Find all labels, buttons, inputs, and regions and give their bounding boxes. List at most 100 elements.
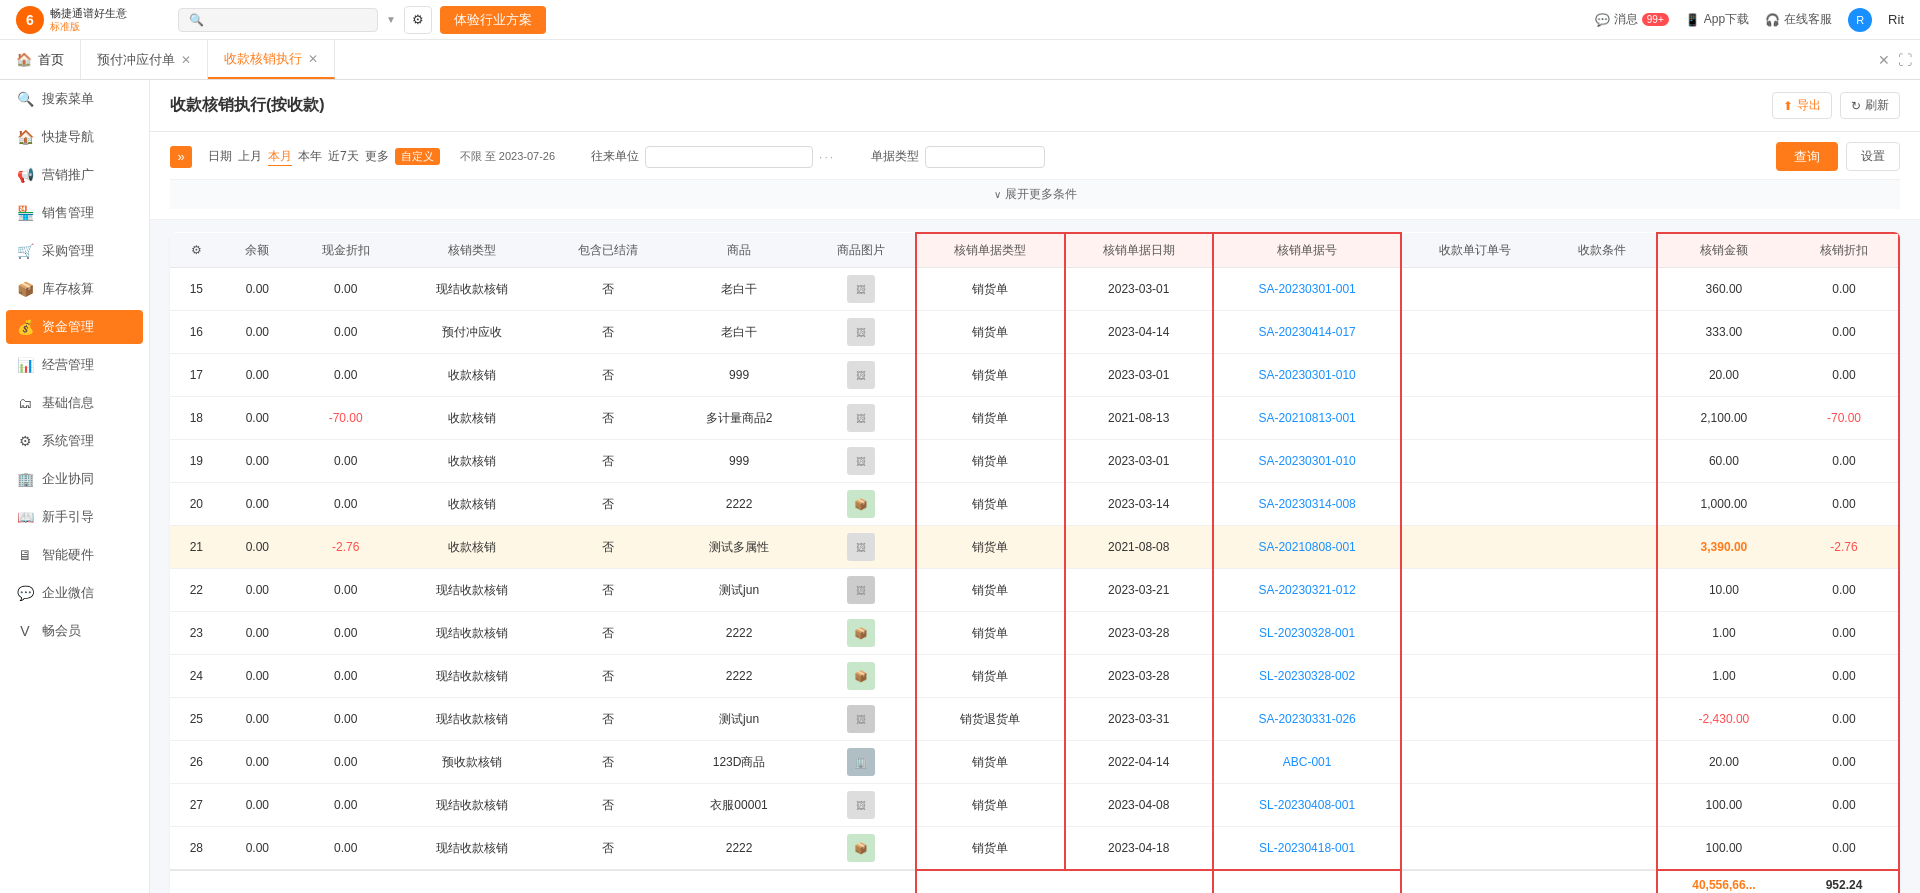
cell-balance: 0.00	[223, 526, 292, 569]
cell-balance: 0.00	[223, 397, 292, 440]
cell-writeoff-bill-no[interactable]: SL-20230328-002	[1213, 655, 1401, 698]
cell-writeoff-discount: -2.76	[1790, 526, 1899, 569]
sidebar-item-inventory[interactable]: 📦 库存核算	[0, 270, 149, 308]
sidebar-item-enterprise[interactable]: 🏢 企业协同	[0, 460, 149, 498]
inventory-icon: 📦	[16, 281, 34, 297]
top-search-box[interactable]: 🔍	[178, 8, 378, 32]
th-writeoff-discount: 核销折扣	[1790, 233, 1899, 268]
tab-receivable[interactable]: 收款核销执行 ✕	[208, 40, 335, 79]
cell-include-settled: 否	[544, 741, 670, 784]
filter-this-year[interactable]: 本年	[298, 148, 322, 165]
sidebar-item-hardware[interactable]: 🖥 智能硬件	[0, 536, 149, 574]
cell-writeoff-amount: 2,100.00	[1657, 397, 1790, 440]
cell-writeoff-bill-no[interactable]: SA-20230301-010	[1213, 440, 1401, 483]
filter-this-month[interactable]: 本月	[268, 148, 292, 166]
tab-prepay-close[interactable]: ✕	[181, 53, 191, 67]
writeoff-bill-no-link[interactable]: SL-20230328-001	[1259, 626, 1355, 640]
user-avatar[interactable]: R	[1848, 8, 1872, 32]
refresh-icon: ↻	[1851, 99, 1861, 113]
trial-btn[interactable]: 体验行业方案	[440, 6, 546, 34]
filter-custom-btn[interactable]: 自定义	[395, 148, 440, 165]
from-unit-dots: ···	[819, 150, 835, 164]
messages-btn[interactable]: 💬 消息 99+	[1595, 11, 1669, 28]
online-service-btn[interactable]: 🎧 在线客服	[1765, 11, 1832, 28]
sidebar-item-sales[interactable]: 🏪 销售管理	[0, 194, 149, 232]
cell-writeoff-bill-no[interactable]: SA-20230301-010	[1213, 354, 1401, 397]
app-name: 畅捷通谱好生意 标准版	[50, 6, 127, 33]
app-download-btn[interactable]: 📱 App下载	[1685, 11, 1749, 28]
writeoff-bill-no-link[interactable]: ABC-001	[1283, 755, 1332, 769]
writeoff-bill-no-link[interactable]: SA-20230301-010	[1258, 368, 1355, 382]
hardware-icon: 🖥	[16, 547, 34, 563]
cell-writeoff-bill-no[interactable]: SA-20230321-012	[1213, 569, 1401, 612]
writeoff-bill-no-link[interactable]: SA-20230301-010	[1258, 454, 1355, 468]
cell-writeoff-amount: 100.00	[1657, 827, 1790, 871]
settings-gear-icon[interactable]: ⚙	[404, 6, 432, 34]
cell-writeoff-bill-no[interactable]: SL-20230408-001	[1213, 784, 1401, 827]
dropdown-icon[interactable]: ▼	[386, 14, 396, 25]
window-maximize-icon[interactable]: ⛶	[1898, 52, 1912, 68]
table-row: 17 0.00 0.00 收款核销 否 999 🖼 销货单 2023-03-01…	[170, 354, 1899, 397]
tab-receivable-close[interactable]: ✕	[308, 52, 318, 66]
writeoff-bill-no-link[interactable]: SL-20230408-001	[1259, 798, 1355, 812]
top-bar: 6 畅捷通谱好生意 标准版 🔍 ▼ ⚙ 体验行业方案 💬 消息 99+ 📱 Ap…	[0, 0, 1920, 40]
cell-balance: 0.00	[223, 784, 292, 827]
cell-receipt-order-no	[1401, 311, 1548, 354]
sidebar-item-wechat[interactable]: 💬 企业微信	[0, 574, 149, 612]
cell-writeoff-bill-no[interactable]: SA-20210808-001	[1213, 526, 1401, 569]
cell-writeoff-bill-no[interactable]: ABC-001	[1213, 741, 1401, 784]
filter-last-month[interactable]: 上月	[238, 148, 262, 165]
sidebar-item-search[interactable]: 🔍 搜索菜单	[0, 80, 149, 118]
filter-settings-btn[interactable]: 设置	[1846, 142, 1900, 171]
sidebar-item-guide[interactable]: 📖 新手引导	[0, 498, 149, 536]
sidebar-item-operations[interactable]: 📊 经营管理	[0, 346, 149, 384]
expand-more-btn[interactable]: ∨ 展开更多条件	[170, 179, 1900, 209]
writeoff-bill-no-link[interactable]: SA-20210813-001	[1258, 411, 1355, 425]
bill-type-select[interactable]	[925, 146, 1045, 168]
table-row: 23 0.00 0.00 现结收款核销 否 2222 📦 销货单 2023-03…	[170, 612, 1899, 655]
writeoff-bill-no-link[interactable]: SA-20210808-001	[1258, 540, 1355, 554]
sidebar-item-system[interactable]: ⚙ 系统管理	[0, 422, 149, 460]
cell-writeoff-bill-no[interactable]: SA-20230414-017	[1213, 311, 1401, 354]
refresh-btn[interactable]: ↻ 刷新	[1840, 92, 1900, 119]
from-unit-input[interactable]	[645, 146, 813, 168]
filter-collapse-btn[interactable]: »	[170, 146, 192, 168]
cell-writeoff-bill-no[interactable]: SA-20230331-026	[1213, 698, 1401, 741]
cell-writeoff-bill-no[interactable]: SA-20230314-008	[1213, 483, 1401, 526]
sidebar-item-finance[interactable]: 💰 资金管理	[6, 310, 143, 344]
sidebar-item-marketing[interactable]: 📢 营销推广	[0, 156, 149, 194]
cell-writeoff-bill-type: 销货单	[916, 397, 1064, 440]
query-btn[interactable]: 查询	[1776, 142, 1838, 171]
cell-writeoff-discount: 0.00	[1790, 741, 1899, 784]
filter-last7days[interactable]: 近7天	[328, 148, 359, 165]
tab-home[interactable]: 🏠 首页	[0, 40, 81, 79]
writeoff-bill-no-link[interactable]: SA-20230414-017	[1258, 325, 1355, 339]
sidebar-item-purchase[interactable]: 🛒 采购管理	[0, 232, 149, 270]
sidebar-item-member[interactable]: V 畅会员	[0, 612, 149, 650]
table-row: 27 0.00 0.00 现结收款核销 否 衣服00001 🖼 销货单 2023…	[170, 784, 1899, 827]
filter-more[interactable]: 更多	[365, 148, 389, 165]
cell-cash-discount: 0.00	[292, 612, 399, 655]
cell-writeoff-bill-no[interactable]: SL-20230328-001	[1213, 612, 1401, 655]
writeoff-bill-no-link[interactable]: SL-20230418-001	[1259, 841, 1355, 855]
tab-prepay[interactable]: 预付冲应付单 ✕	[81, 40, 208, 79]
writeoff-bill-no-link[interactable]: SL-20230328-002	[1259, 669, 1355, 683]
product-image-thumb: 📦	[847, 834, 875, 862]
th-writeoff-amount: 核销金额	[1657, 233, 1790, 268]
window-minimize-icon[interactable]: ✕	[1878, 52, 1890, 68]
cell-writeoff-bill-no[interactable]: SA-20210813-001	[1213, 397, 1401, 440]
cell-writeoff-bill-no[interactable]: SA-20230301-001	[1213, 268, 1401, 311]
sidebar-item-quick[interactable]: 🏠 快捷导航	[0, 118, 149, 156]
writeoff-bill-no-link[interactable]: SA-20230331-026	[1258, 712, 1355, 726]
cell-writeoff-discount: 0.00	[1790, 311, 1899, 354]
writeoff-bill-no-link[interactable]: SA-20230301-001	[1258, 282, 1355, 296]
table-row: 15 0.00 0.00 现结收款核销 否 老白干 🖼 销货单 2023-03-…	[170, 268, 1899, 311]
page-title: 收款核销执行(按收款)	[170, 95, 325, 128]
cell-writeoff-bill-no[interactable]: SL-20230418-001	[1213, 827, 1401, 871]
sidebar-item-basic[interactable]: 🗂 基础信息	[0, 384, 149, 422]
writeoff-bill-no-link[interactable]: SA-20230314-008	[1258, 497, 1355, 511]
writeoff-bill-no-link[interactable]: SA-20230321-012	[1258, 583, 1355, 597]
th-gear[interactable]: ⚙	[170, 233, 223, 268]
export-btn[interactable]: ⬆ 导出	[1772, 92, 1832, 119]
cell-seq: 27	[170, 784, 223, 827]
